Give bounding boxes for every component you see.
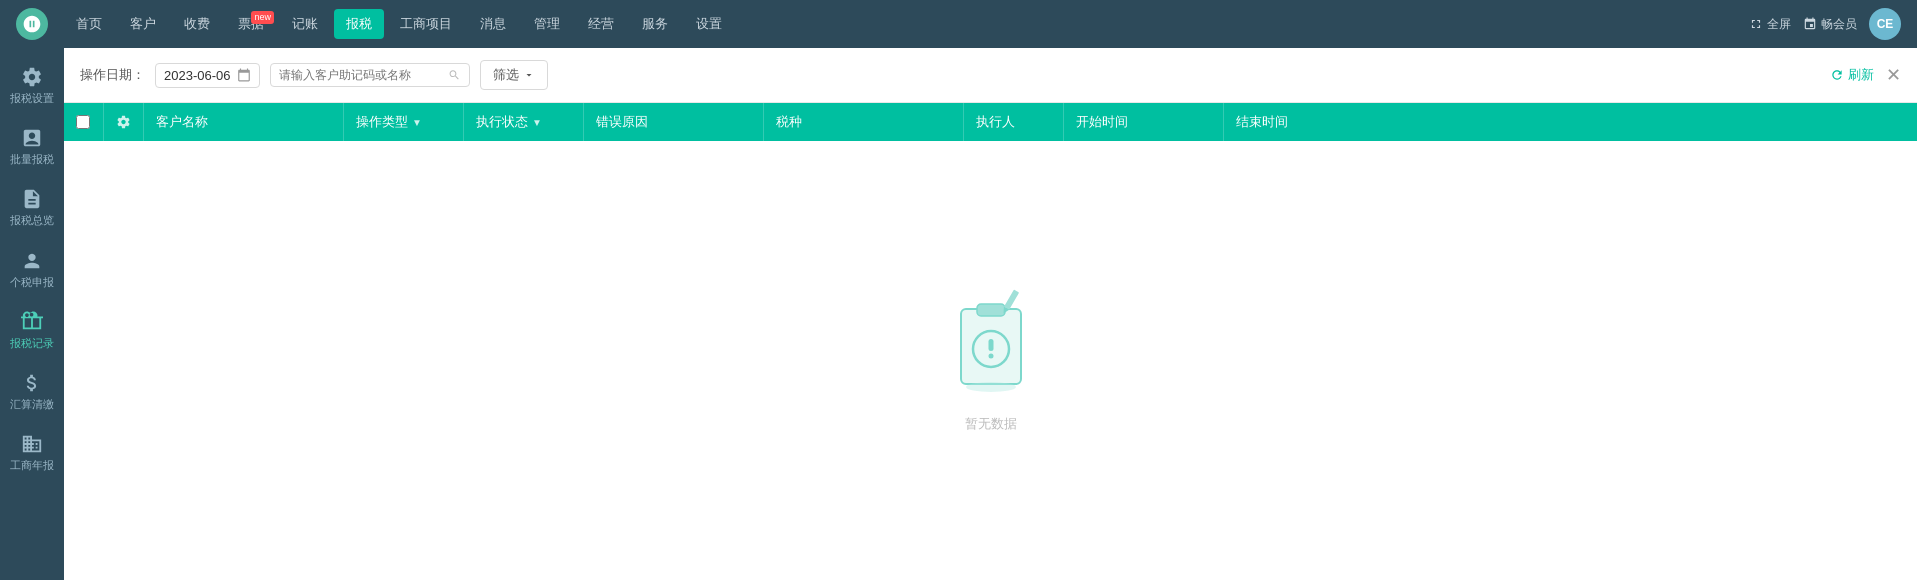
sidebar-item-personal-tax[interactable]: 个税申报 bbox=[0, 240, 64, 299]
date-value: 2023-06-06 bbox=[164, 68, 231, 83]
personal-tax-label: 个税申报 bbox=[10, 276, 54, 289]
fullscreen-btn[interactable]: 全屏 bbox=[1749, 16, 1791, 33]
th-op-type[interactable]: 操作类型 ▼ bbox=[344, 103, 464, 141]
nav-tax[interactable]: 报税 bbox=[334, 9, 384, 39]
nav-manage[interactable]: 管理 bbox=[522, 9, 572, 39]
th-executor: 执行人 bbox=[964, 103, 1064, 141]
nav-home[interactable]: 首页 bbox=[64, 9, 114, 39]
sidebar-item-batch-tax[interactable]: 批量报税 bbox=[0, 117, 64, 176]
th-exec-status[interactable]: 执行状态 ▼ bbox=[464, 103, 584, 141]
nav-message[interactable]: 消息 bbox=[468, 9, 518, 39]
filter-button[interactable]: 筛选 bbox=[480, 60, 548, 90]
nav-account[interactable]: 记账 bbox=[280, 9, 330, 39]
nav-biz[interactable]: 工商项目 bbox=[388, 9, 464, 39]
svg-point-4 bbox=[988, 353, 993, 358]
sort-icon-op-type: ▼ bbox=[412, 117, 422, 128]
toolbar: 操作日期： 2023-06-06 筛选 刷新 ✕ bbox=[64, 48, 1917, 103]
sidebar: 报税设置 批量报税 报税总览 个税申报 报税记录 bbox=[0, 48, 64, 580]
empty-text: 暂无数据 bbox=[965, 415, 1017, 433]
th-err-reason: 错误原因 bbox=[584, 103, 764, 141]
refresh-label: 刷新 bbox=[1848, 66, 1874, 84]
close-button[interactable]: ✕ bbox=[1886, 66, 1901, 84]
annual-report-icon bbox=[21, 433, 43, 455]
tax-settings-icon bbox=[21, 66, 43, 88]
main-layout: 报税设置 批量报税 报税总览 个税申报 报税记录 bbox=[0, 48, 1917, 580]
table-container: 客户名称 操作类型 ▼ 执行状态 ▼ 错误原因 税种 执行人 bbox=[64, 103, 1917, 580]
sidebar-item-annual-report[interactable]: 工商年报 bbox=[0, 423, 64, 482]
nav-operation[interactable]: 经营 bbox=[576, 9, 626, 39]
sort-icon-exec-status: ▼ bbox=[532, 117, 542, 128]
tax-overview-label: 报税总览 bbox=[10, 214, 54, 227]
nav-items: 首页 客户 收费 票据 new 记账 报税 工商项目 消息 管理 经营 服务 设… bbox=[64, 9, 1749, 39]
sidebar-item-settlement[interactable]: 汇算清缴 bbox=[0, 362, 64, 421]
refresh-button[interactable]: 刷新 bbox=[1830, 66, 1874, 84]
avatar[interactable]: CE bbox=[1869, 8, 1901, 40]
nav-billing[interactable]: 收费 bbox=[172, 9, 222, 39]
nav-invoice[interactable]: 票据 new bbox=[226, 9, 276, 39]
settlement-icon bbox=[21, 372, 43, 394]
empty-state: 暂无数据 bbox=[64, 141, 1917, 580]
member-btn[interactable]: 畅会员 bbox=[1803, 16, 1857, 33]
nav-customer[interactable]: 客户 bbox=[118, 9, 168, 39]
sidebar-item-tax-overview[interactable]: 报税总览 bbox=[0, 178, 64, 237]
search-input[interactable] bbox=[279, 68, 442, 82]
tax-overview-icon bbox=[21, 188, 43, 210]
th-tax-type: 税种 bbox=[764, 103, 964, 141]
date-picker[interactable]: 2023-06-06 bbox=[155, 63, 260, 88]
th-checkbox[interactable] bbox=[64, 103, 104, 141]
content-area: 操作日期： 2023-06-06 筛选 刷新 ✕ bbox=[64, 48, 1917, 580]
settlement-label: 汇算清缴 bbox=[10, 398, 54, 411]
empty-illustration bbox=[941, 289, 1041, 399]
toolbar-right: 刷新 ✕ bbox=[1830, 66, 1901, 84]
tax-settings-label: 报税设置 bbox=[10, 92, 54, 105]
nav-right: 全屏 畅会员 CE bbox=[1749, 8, 1901, 40]
svg-rect-5 bbox=[1003, 289, 1018, 309]
nav-service[interactable]: 服务 bbox=[630, 9, 680, 39]
tax-records-label: 报税记录 bbox=[10, 337, 54, 350]
svg-rect-3 bbox=[988, 339, 993, 351]
svg-rect-1 bbox=[977, 304, 1005, 316]
search-box[interactable] bbox=[270, 63, 470, 87]
personal-tax-icon bbox=[21, 250, 43, 272]
nav-settings[interactable]: 设置 bbox=[684, 9, 734, 39]
table-header: 客户名称 操作类型 ▼ 执行状态 ▼ 错误原因 税种 执行人 bbox=[64, 103, 1917, 141]
new-badge: new bbox=[251, 11, 274, 24]
app-logo[interactable] bbox=[16, 8, 48, 40]
sidebar-item-tax-settings[interactable]: 报税设置 bbox=[0, 56, 64, 115]
annual-report-label: 工商年报 bbox=[10, 459, 54, 472]
batch-tax-icon bbox=[21, 127, 43, 149]
tax-records-icon bbox=[21, 311, 43, 333]
top-navigation: 首页 客户 收费 票据 new 记账 报税 工商项目 消息 管理 经营 服务 设… bbox=[0, 0, 1917, 48]
sidebar-item-tax-records[interactable]: 报税记录 bbox=[0, 301, 64, 360]
th-end-time: 结束时间 bbox=[1224, 103, 1384, 141]
batch-tax-label: 批量报税 bbox=[10, 153, 54, 166]
th-settings[interactable] bbox=[104, 103, 144, 141]
th-customer: 客户名称 bbox=[144, 103, 344, 141]
date-label: 操作日期： bbox=[80, 66, 145, 84]
select-all-checkbox[interactable] bbox=[76, 115, 90, 129]
th-start-time: 开始时间 bbox=[1064, 103, 1224, 141]
svg-point-7 bbox=[966, 382, 1016, 392]
